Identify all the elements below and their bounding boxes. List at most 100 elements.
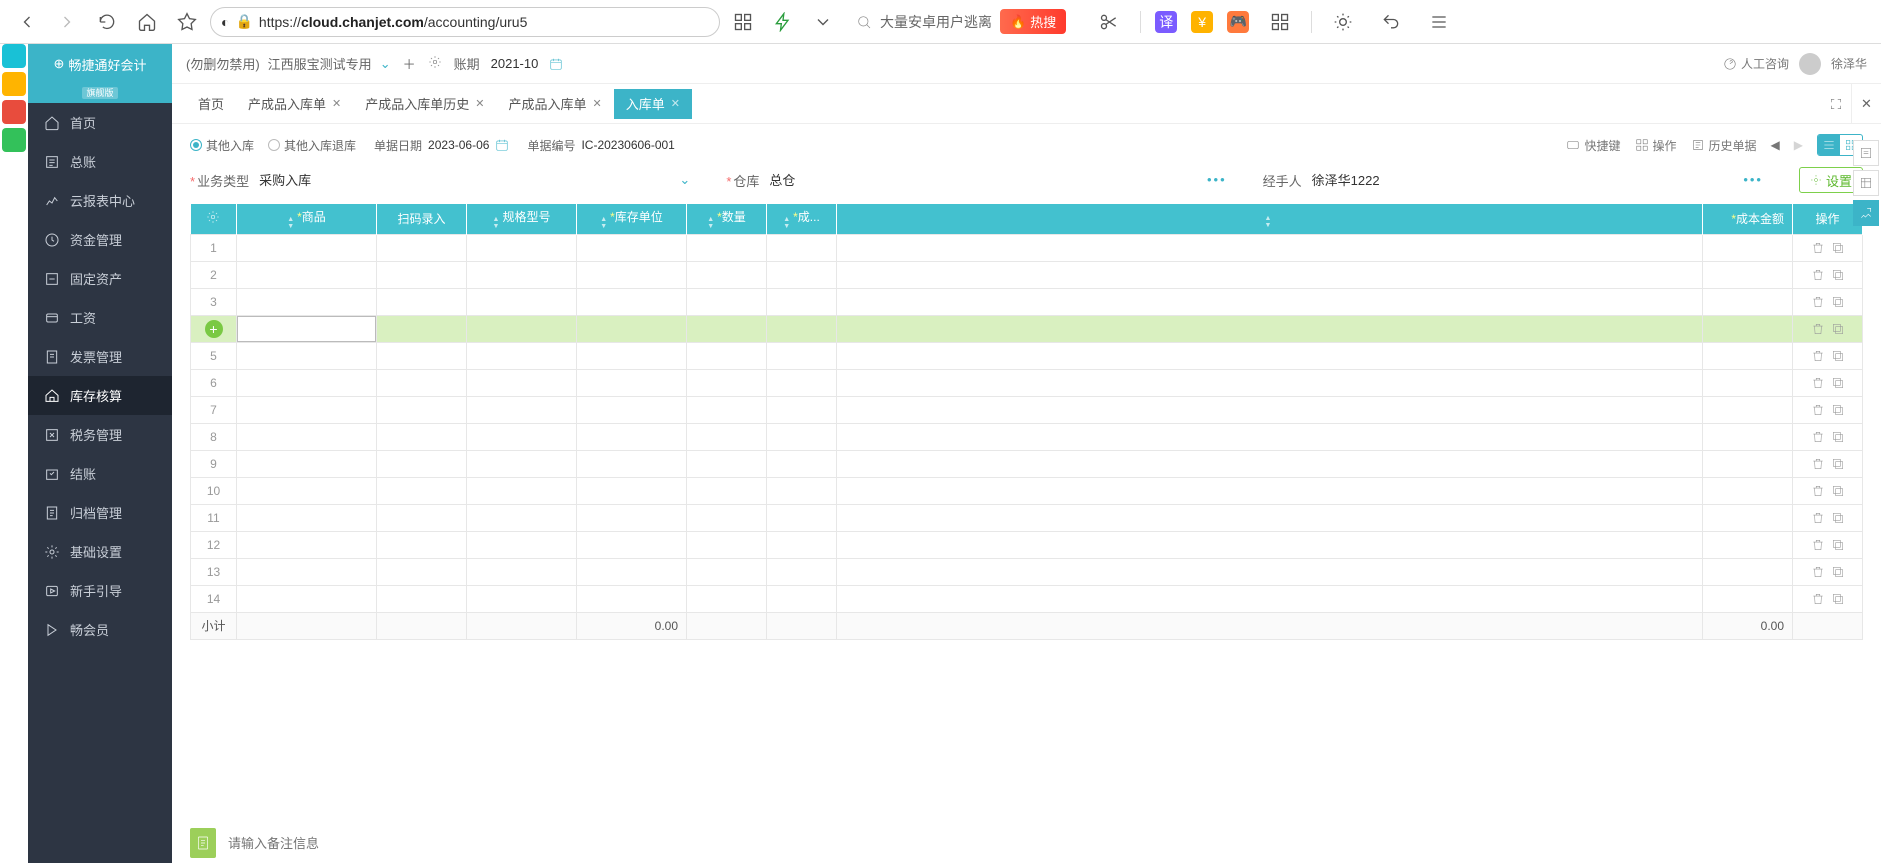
favorite-button[interactable]: [170, 5, 204, 39]
dock-btn-3[interactable]: [1853, 200, 1879, 226]
view-list-icon[interactable]: [1818, 135, 1840, 155]
home-button[interactable]: [130, 5, 164, 39]
qr-icon[interactable]: [726, 5, 760, 39]
dock-btn-1[interactable]: [1853, 140, 1879, 166]
tab-close-icon[interactable]: ✕: [332, 97, 341, 110]
copy-row-icon[interactable]: [1831, 511, 1845, 525]
sidebar-item-5[interactable]: 工资: [28, 298, 172, 337]
col-scan[interactable]: 扫码录入: [377, 204, 467, 234]
apps-icon[interactable]: [1263, 5, 1297, 39]
user-name[interactable]: 徐泽华: [1831, 55, 1867, 72]
avatar[interactable]: [1799, 53, 1821, 75]
shortcut-button[interactable]: 快捷键: [1566, 137, 1620, 154]
tab-1[interactable]: 产成品入库单✕: [236, 89, 353, 119]
table-row[interactable]: 2: [191, 261, 1863, 288]
sidebar-item-11[interactable]: 基础设置: [28, 532, 172, 571]
table-row[interactable]: +: [191, 315, 1863, 342]
menu-icon[interactable]: [1422, 5, 1456, 39]
dropdown-button[interactable]: [806, 5, 840, 39]
copy-row-icon[interactable]: [1831, 376, 1845, 390]
copy-row-icon[interactable]: [1831, 268, 1845, 282]
lookup-icon[interactable]: •••: [1207, 172, 1227, 187]
table-row[interactable]: 11: [191, 504, 1863, 531]
copy-row-icon[interactable]: [1831, 322, 1845, 336]
delete-row-icon[interactable]: [1811, 484, 1825, 498]
sidebar-item-9[interactable]: 结账: [28, 454, 172, 493]
delete-row-icon[interactable]: [1811, 376, 1825, 390]
prev-doc-button[interactable]: ◀: [1771, 138, 1780, 152]
back-button[interactable]: [10, 5, 44, 39]
delete-row-icon[interactable]: [1811, 322, 1825, 336]
col-cost[interactable]: *成...: [767, 204, 837, 234]
dock-btn-2[interactable]: [1853, 170, 1879, 196]
lookup-icon[interactable]: •••: [1743, 172, 1763, 187]
theme-icon[interactable]: [1326, 5, 1360, 39]
delete-row-icon[interactable]: [1811, 565, 1825, 579]
table-row[interactable]: 14: [191, 585, 1863, 612]
col-qty[interactable]: *数量: [687, 204, 767, 234]
tab-2[interactable]: 产成品入库单历史✕: [353, 89, 496, 119]
scissors-icon[interactable]: [1092, 5, 1126, 39]
copy-row-icon[interactable]: [1831, 592, 1845, 606]
col-spec[interactable]: 规格型号: [467, 204, 577, 234]
delete-row-icon[interactable]: [1811, 457, 1825, 471]
copy-row-icon[interactable]: [1831, 295, 1845, 309]
pin-app-3[interactable]: [2, 100, 26, 124]
table-row[interactable]: 13: [191, 558, 1863, 585]
delete-row-icon[interactable]: [1811, 403, 1825, 417]
copy-row-icon[interactable]: [1831, 241, 1845, 255]
hot-search[interactable]: 大量安卓用户逃离 🔥热搜: [856, 9, 1066, 34]
copy-row-icon[interactable]: [1831, 484, 1845, 498]
table-row[interactable]: 9: [191, 450, 1863, 477]
pin-app-4[interactable]: [2, 128, 26, 152]
next-doc-button[interactable]: ▶: [1794, 138, 1803, 152]
copy-row-icon[interactable]: [1831, 538, 1845, 552]
settings-icon[interactable]: [428, 55, 442, 72]
org-selector[interactable]: (勿删勿禁用) 江西服宝测试专用 ⌄: [186, 54, 391, 73]
radio-other-in[interactable]: 其他入库: [190, 137, 254, 154]
help-button[interactable]: 人工咨询: [1723, 55, 1789, 72]
sidebar-item-2[interactable]: 云报表中心: [28, 181, 172, 220]
delete-row-icon[interactable]: [1811, 511, 1825, 525]
delete-row-icon[interactable]: [1811, 430, 1825, 444]
tab-close-icon[interactable]: ✕: [671, 97, 680, 110]
table-row[interactable]: 10: [191, 477, 1863, 504]
delete-row-icon[interactable]: [1811, 268, 1825, 282]
sidebar-item-10[interactable]: 归档管理: [28, 493, 172, 532]
history-button[interactable]: 历史单据: [1691, 137, 1757, 154]
copy-row-icon[interactable]: [1831, 430, 1845, 444]
copy-row-icon[interactable]: [1831, 565, 1845, 579]
product-input[interactable]: [237, 316, 376, 342]
sidebar-item-0[interactable]: 首页: [28, 103, 172, 142]
tab-3[interactable]: 产成品入库单✕: [496, 89, 613, 119]
table-row[interactable]: 6: [191, 369, 1863, 396]
ext-wallet-icon[interactable]: ¥: [1191, 11, 1213, 33]
pin-app-1[interactable]: [2, 44, 26, 68]
operate-button[interactable]: 操作: [1635, 137, 1677, 154]
table-row[interactable]: 5: [191, 342, 1863, 369]
copy-row-icon[interactable]: [1831, 403, 1845, 417]
table-row[interactable]: 12: [191, 531, 1863, 558]
period-selector[interactable]: 账期 2021-10: [454, 53, 564, 74]
col-product[interactable]: *商品: [237, 204, 377, 234]
sidebar-item-3[interactable]: 资金管理: [28, 220, 172, 259]
sidebar-item-4[interactable]: 固定资产: [28, 259, 172, 298]
copy-row-icon[interactable]: [1831, 349, 1845, 363]
tab-close-icon[interactable]: ✕: [593, 97, 602, 110]
copy-row-icon[interactable]: [1831, 457, 1845, 471]
sidebar-item-1[interactable]: 总账: [28, 142, 172, 181]
col-unit[interactable]: *库存单位: [577, 204, 687, 234]
pin-app-2[interactable]: [2, 72, 26, 96]
tab-4[interactable]: 入库单✕: [614, 89, 692, 119]
close-all-tabs-button[interactable]: ✕: [1851, 84, 1881, 124]
add-org-button[interactable]: ＋: [403, 54, 416, 73]
sidebar-item-13[interactable]: 畅会员: [28, 610, 172, 649]
tab-close-icon[interactable]: ✕: [475, 97, 484, 110]
sidebar-item-6[interactable]: 发票管理: [28, 337, 172, 376]
table-row[interactable]: 3: [191, 288, 1863, 315]
address-bar[interactable]: ◐ 🔒 https://cloud.chanjet.com/accounting…: [210, 7, 720, 37]
forward-button[interactable]: [50, 5, 84, 39]
sidebar-item-12[interactable]: 新手引导: [28, 571, 172, 610]
reload-button[interactable]: [90, 5, 124, 39]
biztype-field[interactable]: *业务类型 采购入库⌄: [190, 166, 696, 194]
